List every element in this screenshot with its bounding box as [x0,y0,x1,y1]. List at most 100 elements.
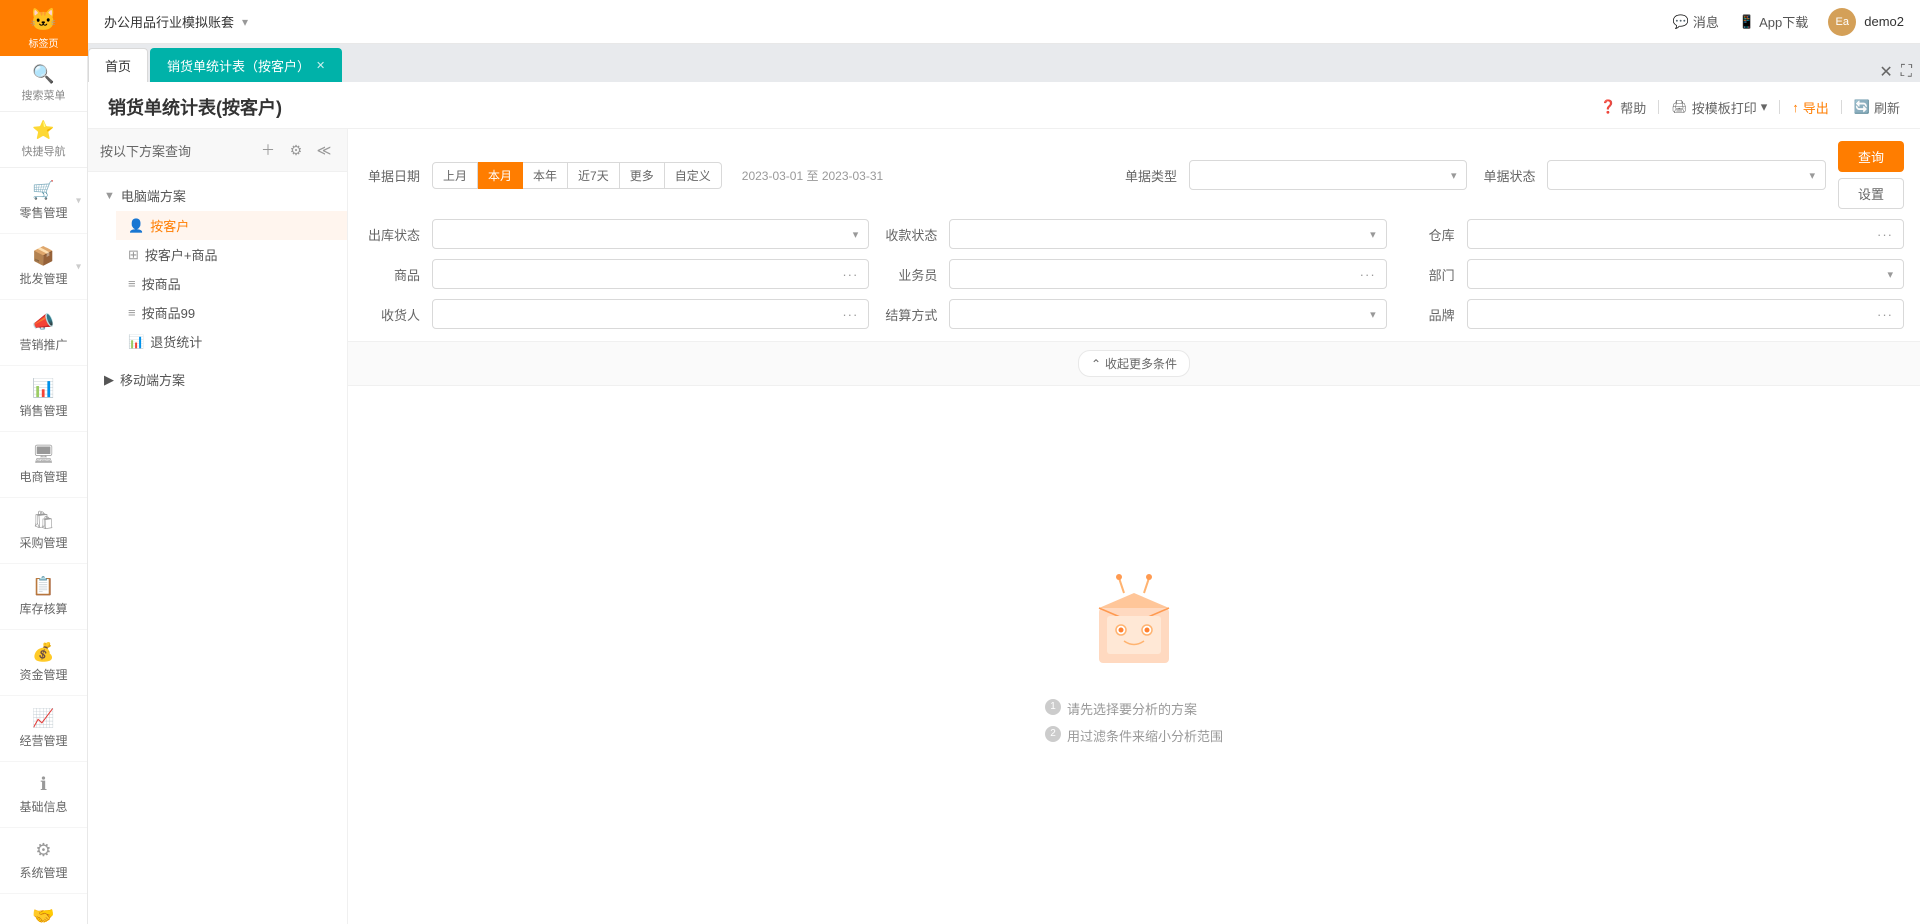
retail-icon: 🛒 [32,180,54,201]
tree-mobile-label: 移动端方案 [120,370,185,389]
system-label: 系统管理 [19,864,67,881]
settings-scheme-btn[interactable]: ⚙ [285,139,307,161]
sidebar-item-basic[interactable]: ℹ 基础信息 [0,762,87,828]
sidebar-item-collab[interactable]: 🤝 企业协同 [0,894,87,924]
date-btn-custom[interactable]: 自定义 [665,162,722,189]
date-btn-group: 上月 本月 本年 近7天 更多 自定义 [432,162,722,189]
setting-button[interactable]: 设置 [1838,178,1904,209]
tree-item-return-stat[interactable]: 📊 退货统计 [116,327,347,356]
date-btn-more[interactable]: 更多 [620,162,665,189]
tree-item-by-customer-product[interactable]: ⊞ 按客户+商品 [116,240,347,269]
operations-label: 经营管理 [19,732,67,749]
empty-text: 1 请先选择要分析的方案 2 用过滤条件来缩小分析范围 [1045,698,1223,753]
tab-home[interactable]: 首页 [88,48,148,82]
date-btn-this-month[interactable]: 本月 [478,162,523,189]
tree-mobile-section[interactable]: ▶ 移动端方案 [88,364,347,395]
filter-row-4: 收货人 ··· 结算方式 ▾ 品牌 ··· [364,299,1904,329]
collapse-btn[interactable]: ⌃ 收起更多条件 [1078,350,1190,377]
empty-state: 1 请先选择要分析的方案 2 用过滤条件来缩小分析范围 [348,386,1920,924]
sidebar-item-wholesale[interactable]: 📦 批发管理 [0,234,87,300]
tab-sales-stat[interactable]: 销货单统计表（按客户） ✕ [150,48,342,82]
page-header: 销货单统计表(按客户) ❓ 帮助 🖨 按模板打印 ▾ ↑ 导出 [88,82,1920,129]
order-type-arrow: ▾ [1451,169,1457,182]
left-panel-actions: ＋ ⚙ ≪ [257,139,335,161]
payment-status-select[interactable]: ▾ [949,219,1386,249]
product-select[interactable]: ··· [432,259,869,289]
salesperson-select[interactable]: ··· [949,259,1386,289]
date-btn-last-month[interactable]: 上月 [432,162,478,189]
add-scheme-btn[interactable]: ＋ [257,139,279,161]
tab-close-icon[interactable]: ✕ [316,59,325,72]
tabs-container: 首页 销货单统计表（按客户） ✕ ✕ ⛶ [88,44,1920,82]
department-label: 部门 [1399,265,1455,284]
order-status-select[interactable]: ▾ [1547,160,1826,190]
refresh-icon: 🔄 [1854,99,1870,115]
filter-row-3: 商品 ··· 业务员 ··· 部门 ▾ [364,259,1904,289]
print-icon: 🖨 [1671,99,1688,115]
export-btn[interactable]: ↑ 导出 [1792,98,1829,117]
brand-label: 品牌 [1399,305,1455,324]
payment-status-arrow: ▾ [1370,228,1376,241]
order-status-arrow: ▾ [1809,169,1815,182]
logo-icon: 🐱 [30,7,57,33]
filter-row-2: 出库状态 ▾ 收款状态 ▾ 仓库 ··· [364,219,1904,249]
sidebar-logo[interactable]: 🐱 标签页 [0,0,88,56]
customer-icon: 👤 [128,218,144,234]
collapse-label: 收起更多条件 [1105,355,1177,372]
left-panel-title: 按以下方案查询 [100,141,191,160]
app-download-btn[interactable]: 📱 App下载 [1739,12,1808,31]
mobile-expand-icon: ▶ [104,372,114,388]
tab-close-all-icon[interactable]: ✕ [1879,62,1892,82]
print-btn[interactable]: 🖨 按模板打印 ▾ [1671,98,1767,117]
export-label: 导出 [1803,98,1829,117]
customer-product-icon: ⊞ [128,247,139,263]
sidebar-item-sales[interactable]: 📊 销售管理 [0,366,87,432]
order-type-select[interactable]: ▾ [1189,160,1468,190]
help-label: 帮助 [1620,98,1646,117]
sidebar-quicknav-label: 快捷导航 [22,143,66,159]
brand-select[interactable]: ··· [1467,299,1904,329]
department-select[interactable]: ▾ [1467,259,1904,289]
sidebar-item-operations[interactable]: 📈 经营管理 [0,696,87,762]
warehouse-select[interactable]: ··· [1467,219,1904,249]
refresh-label: 刷新 [1874,98,1900,117]
tree-item-by-customer[interactable]: 👤 按客户 [116,211,347,240]
refresh-btn[interactable]: 🔄 刷新 [1854,98,1900,117]
date-btn-last7[interactable]: 近7天 [568,162,620,189]
system-dropdown[interactable]: ▾ [242,15,248,29]
settlement-select[interactable]: ▾ [949,299,1386,329]
help-btn[interactable]: ❓ 帮助 [1600,98,1646,117]
tree-desktop-label: 电脑端方案 [121,186,186,205]
sidebar-item-purchase[interactable]: 🛍 采购管理 [0,498,87,564]
basic-icon: ℹ [40,774,47,795]
settlement-arrow: ▾ [1370,308,1376,321]
collab-icon: 🤝 [32,906,54,924]
sidebar-item-system[interactable]: ⚙ 系统管理 [0,828,87,894]
operations-icon: 📈 [32,708,54,729]
tree-item-by-product99[interactable]: ≡ 按商品99 [116,298,347,327]
message-label: 消息 [1693,12,1719,31]
sidebar-item-retail[interactable]: 🛒 零售管理 [0,168,87,234]
query-button[interactable]: 查询 [1838,141,1904,172]
sidebar-item-ecommerce[interactable]: 🖥 电商管理 [0,432,87,498]
tree-expand-icon: ▼ [104,190,115,202]
sidebar-item-inventory[interactable]: 📋 库存核算 [0,564,87,630]
collapse-panel-btn[interactable]: ≪ [313,139,335,161]
sidebar-item-marketing[interactable]: 📣 营销推广 [0,300,87,366]
help-icon: ❓ [1600,99,1616,115]
receiver-select[interactable]: ··· [432,299,869,329]
salesperson-dots: ··· [1360,267,1376,282]
retail-label: 零售管理 [19,204,67,221]
date-btn-this-year[interactable]: 本年 [523,162,568,189]
stock-status-select[interactable]: ▾ [432,219,869,249]
tab-maximize-icon[interactable]: ⛶ [1901,63,1912,81]
product-dots: ··· [842,267,858,282]
settlement-label: 结算方式 [881,305,937,324]
tree-desktop-header[interactable]: ▼ 电脑端方案 [88,180,347,211]
wholesale-icon: 📦 [32,246,54,267]
finance-label: 资金管理 [19,666,67,683]
message-btn[interactable]: 💬 消息 [1673,12,1719,31]
sidebar-item-finance[interactable]: 💰 资金管理 [0,630,87,696]
user-avatar[interactable]: Ea [1828,8,1856,36]
tree-item-by-product[interactable]: ≡ 按商品 [116,269,347,298]
